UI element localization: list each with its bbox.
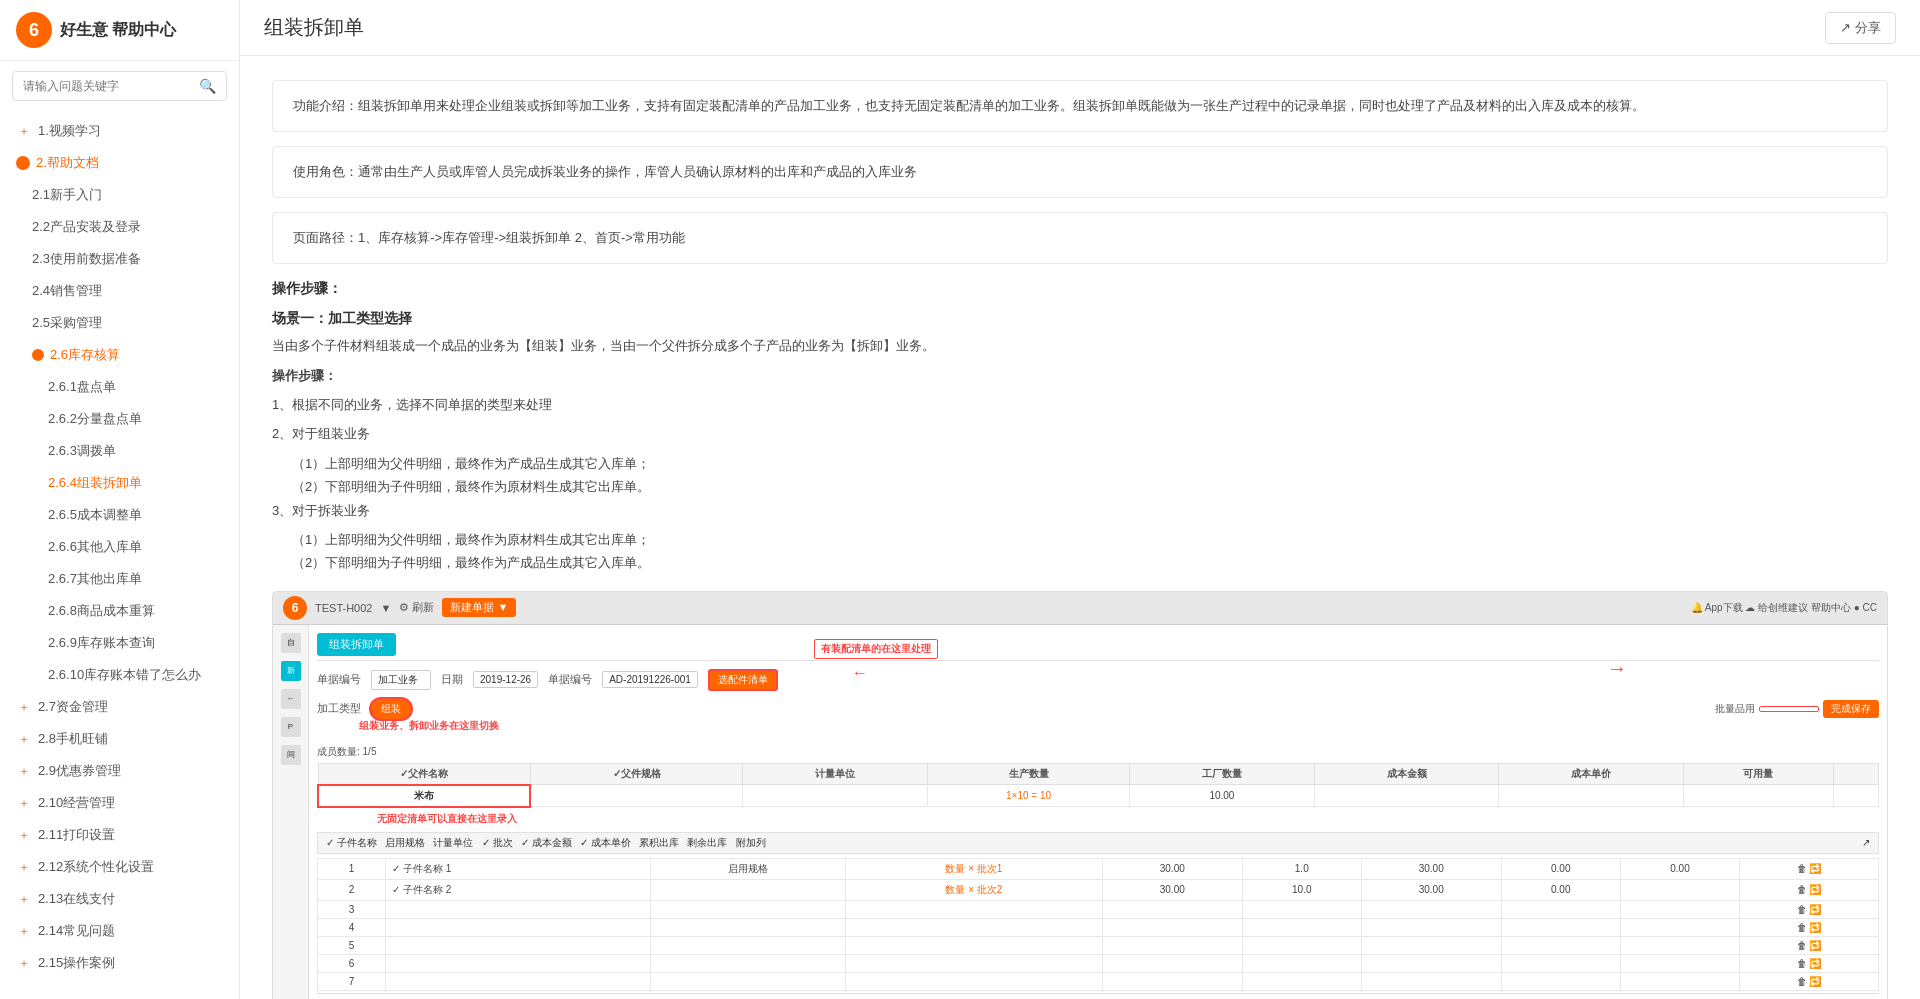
inventory-circle-icon: [32, 349, 44, 361]
ops-steps-title: 操作步骤：: [272, 364, 1888, 387]
cases-plus-icon: ＋: [16, 955, 32, 972]
sidebar-item-data-prep[interactable]: 2.3使用前数据准备: [0, 243, 239, 275]
fund-plus-icon: ＋: [16, 699, 32, 716]
sc-save-btn: 完成保存: [1823, 700, 1879, 718]
sidebar: 6 好生意 帮助中心 🔍 ＋ 1.视频学习 2.帮助文档 2.1新手入门 2.2…: [0, 0, 240, 999]
minus-circle-icon: [16, 156, 30, 170]
sidebar-item-cost-adj[interactable]: 2.6.5成本调整单: [0, 499, 239, 531]
sidebar-item-print[interactable]: ＋ 2.11打印设置: [0, 819, 239, 851]
sc-form-label3: 单据编号: [548, 672, 592, 687]
mobile-plus-icon: ＋: [16, 731, 32, 748]
sc-form-label1: 单据编号: [317, 672, 361, 687]
sidebar-item-cost-calc[interactable]: 2.6.8商品成本重算: [0, 595, 239, 627]
step3: 3、对于拆装业务: [272, 499, 1888, 522]
coupon-plus-icon: ＋: [16, 763, 32, 780]
sc-type-btn: 组装: [369, 697, 413, 721]
sidebar-item-new-user[interactable]: 2.1新手入门: [0, 179, 239, 211]
sidebar-item-system[interactable]: ＋ 2.12系统个性化设置: [0, 851, 239, 883]
scene1-desc: 当由多个子件材料组装成一个成品的业务为【组装】业务，当由一个父件拆分成多个子产品…: [272, 334, 1888, 357]
sc-batch-input: [1759, 706, 1819, 712]
sidebar-item-account-err[interactable]: 2.6.10库存账本错了怎么办: [0, 659, 239, 691]
sidebar-item-biz[interactable]: ＋ 2.10经营管理: [0, 787, 239, 819]
logo-icon: 6: [16, 12, 52, 48]
sidebar-item-cases[interactable]: ＋ 2.15操作案例: [0, 947, 239, 979]
sidebar-item-video[interactable]: ＋ 1.视频学习: [0, 115, 239, 147]
content-area: 功能介绍：组装拆卸单用来处理企业组装或拆卸等加工业务，支持有固定装配清单的产品加…: [240, 56, 1920, 999]
step3-2: （2）下部明细为子件明细，最终作为产成品生成其它入库单。: [272, 551, 1888, 574]
intro-block: 功能介绍：组装拆卸单用来处理企业组装或拆卸等加工业务，支持有固定装配清单的产品加…: [272, 80, 1888, 132]
step2: 2、对于组装业务: [272, 422, 1888, 445]
sidebar-item-sales[interactable]: 2.4销售管理: [0, 275, 239, 307]
pay-plus-icon: ＋: [16, 891, 32, 908]
sc-code: AD-20191226-001: [602, 671, 698, 688]
search-input[interactable]: [23, 79, 199, 93]
screenshot: 6 TEST-H002 ▼ ⚙ 刷新 新建单据 ▼ 🔔 App下载 ☁ 给创维建…: [272, 591, 1888, 999]
sidebar-item-faq[interactable]: ＋ 2.14常见问题: [0, 915, 239, 947]
sc-form-label4: 加工类型: [317, 701, 361, 716]
sidebar-item-coupon[interactable]: ＋ 2.9优惠券管理: [0, 755, 239, 787]
page-title: 组装拆卸单: [264, 14, 364, 41]
sidebar-item-mobile[interactable]: ＋ 2.8手机旺铺: [0, 723, 239, 755]
sc-order-type: 加工业务: [371, 670, 431, 690]
sc-appid: TEST-H002: [315, 602, 372, 614]
sc-upper-table: ✓父件名称 ✓父件规格 计量单位 生产数量 工厂数量 成本金额 成本单价 可用量: [317, 763, 1879, 808]
system-plus-icon: ＋: [16, 859, 32, 876]
ops-title: 操作步骤：: [272, 280, 1888, 298]
sc-annotation1: 有装配清单的在这里处理: [814, 639, 938, 659]
sc-arrow2: ↑: [409, 715, 416, 731]
sidebar-item-other-out[interactable]: 2.6.7其他出库单: [0, 563, 239, 595]
print-plus-icon: ＋: [16, 827, 32, 844]
main-content: 组装拆卸单 ↗ 分享 功能介绍：组装拆卸单用来处理企业组装或拆卸等加工业务，支持…: [240, 0, 1920, 999]
sidebar-item-stock-check[interactable]: 2.6.9库存账本查询: [0, 627, 239, 659]
sc-lower-table: 1 ✓ 子件名称 1 启用规格 数量 × 批次1 30.00 1.0 30.00…: [317, 858, 1879, 991]
sidebar-item-inventory[interactable]: 2.6库存核算: [0, 339, 239, 371]
sidebar-item-docs[interactable]: 2.帮助文档: [0, 147, 239, 179]
top-bar: 组装拆卸单 ↗ 分享: [240, 0, 1920, 56]
sc-left-sidebar: 自 新 ← P 间: [273, 625, 309, 999]
sidebar-item-split-stock[interactable]: 2.6.2分量盘点单: [0, 403, 239, 435]
sc-new-btn: 新建单据 ▼: [442, 598, 516, 617]
sidebar-item-purchase[interactable]: 2.5采购管理: [0, 307, 239, 339]
plus-icon: ＋: [16, 123, 32, 140]
biz-plus-icon: ＋: [16, 795, 32, 812]
sidebar-item-install[interactable]: 2.2产品安装及登录: [0, 211, 239, 243]
step1: 1、根据不同的业务，选择不同单据的类型来处理: [272, 393, 1888, 416]
sc-form-label2: 日期: [441, 672, 463, 687]
sc-logo: 6: [283, 596, 307, 620]
sc-arrow1: ←: [852, 664, 868, 682]
sc-date: 2019-12-26: [473, 671, 538, 688]
sc-footer: 合计 ¥0.00 0.00 0.00 0.00 0.00 ¥0.00: [317, 993, 1879, 999]
share-icon: ↗: [1840, 20, 1851, 35]
sc-icons-right: 🔔 App下载 ☁ 给创维建议 帮助中心 ● CC: [1691, 601, 1877, 615]
role-block: 使用角色：通常由生产人员或库管人员完成拆装业务的操作，库管人员确认原材料的出库和…: [272, 146, 1888, 198]
sidebar-item-stocktake[interactable]: 2.6.1盘点单: [0, 371, 239, 403]
step2-1: （1）上部明细为父件明细，最终作为产成品生成其它入库单；: [272, 452, 1888, 475]
share-button[interactable]: ↗ 分享: [1825, 12, 1896, 44]
nav-section: ＋ 1.视频学习 2.帮助文档 2.1新手入门 2.2产品安装及登录 2.3使用…: [0, 111, 239, 983]
faq-plus-icon: ＋: [16, 923, 32, 940]
sc-lower-section-header: ✓ 子件名称 启用规格 计量单位 ✓ 批次 ✓ 成本金额 ✓ 成本单价 累积出库…: [317, 832, 1879, 854]
sc-select-btn: 选配件清单: [708, 669, 778, 691]
screenshot-inner: 6 TEST-H002 ▼ ⚙ 刷新 新建单据 ▼ 🔔 App下载 ☁ 给创维建…: [273, 592, 1887, 999]
scene1-title: 场景一：加工类型选择: [272, 310, 1888, 328]
sc-tab-active: 组装拆卸单: [317, 633, 396, 656]
sidebar-item-fund[interactable]: ＋ 2.7资金管理: [0, 691, 239, 723]
sc-annotation2: 组装业务、拆卸业务在这里切换: [359, 719, 499, 733]
logo-text: 好生意 帮助中心: [60, 20, 176, 41]
path-block: 页面路径：1、库存核算->库存管理->组装拆卸单 2、首页->常用功能: [272, 212, 1888, 264]
sc-annotation4: 无固定清单可以直接在这里录入: [377, 812, 517, 826]
search-icon[interactable]: 🔍: [199, 78, 216, 94]
sidebar-item-adjust[interactable]: 2.6.3调拨单: [0, 435, 239, 467]
sidebar-header: 6 好生意 帮助中心: [0, 0, 239, 61]
sidebar-item-other-in[interactable]: 2.6.6其他入库单: [0, 531, 239, 563]
sc-icon1: ⚙ 刷新: [399, 600, 434, 615]
sidebar-item-online-pay[interactable]: ＋ 2.13在线支付: [0, 883, 239, 915]
sidebar-item-assemble[interactable]: 2.6.4组装拆卸单: [0, 467, 239, 499]
search-box[interactable]: 🔍: [12, 71, 227, 101]
sc-form-label5: 批量品用: [1715, 702, 1755, 716]
sc-table-label: 成员数量: 1/5: [317, 745, 1879, 759]
step3-1: （1）上部明细为父件明细，最终作为原材料生成其它出库单；: [272, 528, 1888, 551]
step2-2: （2）下部明细为子件明细，最终作为原材料生成其它出库单。: [272, 475, 1888, 498]
sc-dropdown: ▼: [380, 602, 391, 614]
